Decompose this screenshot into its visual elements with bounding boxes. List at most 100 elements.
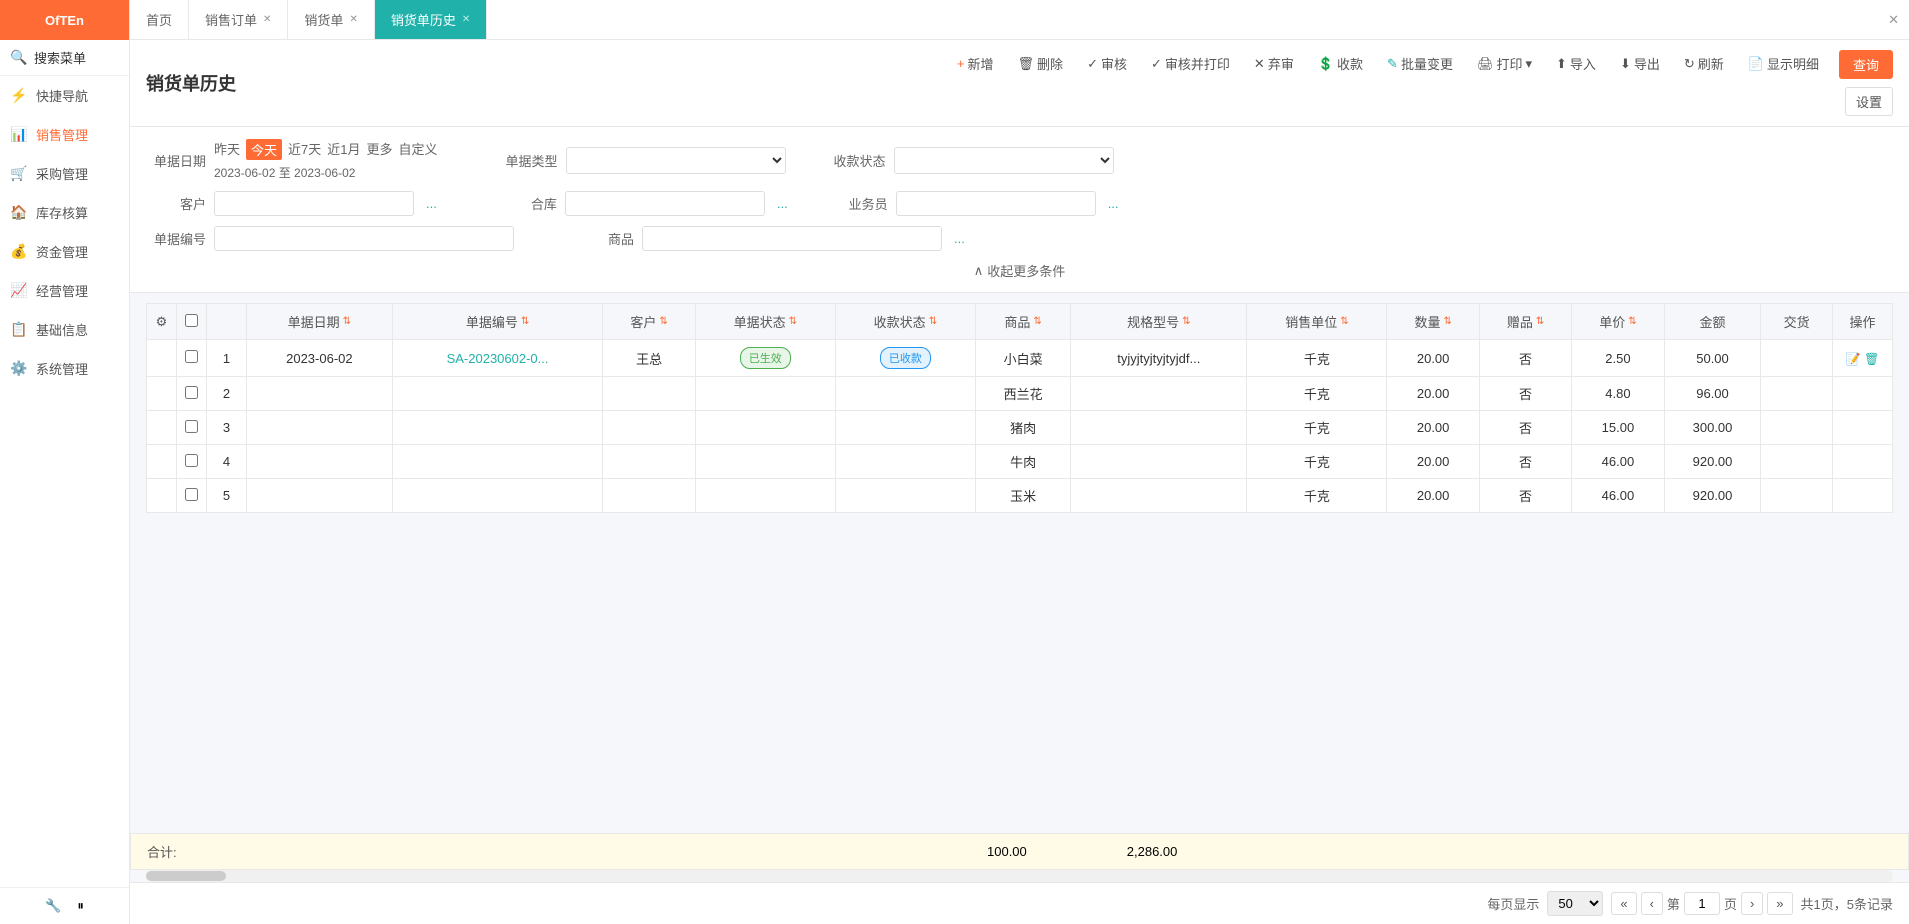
staff-label: 业务员	[828, 194, 888, 213]
collect-status-label: 收款状态	[826, 151, 886, 170]
tab-sales-goods-history-label: 销货单历史	[391, 10, 456, 29]
col-quantity[interactable]: 数量 ⇅	[1387, 304, 1479, 340]
import-button[interactable]: ⬆ 导入	[1548, 50, 1604, 77]
per-page-select[interactable]: 50 20 100 200	[1547, 891, 1603, 916]
tab-sales-goods[interactable]: 销货单 ✕	[288, 0, 374, 39]
row-checkbox-2[interactable]	[185, 420, 198, 433]
doc-type-select[interactable]	[566, 147, 786, 174]
date-1month[interactable]: 近1月	[327, 139, 360, 160]
goods-label: 商品	[574, 229, 634, 248]
sidebar-item-sales-mgmt[interactable]: 📊 销售管理	[0, 115, 129, 154]
sidebar-item-operations[interactable]: 📈 经营管理	[0, 271, 129, 310]
col-spec[interactable]: 规格型号 ⇅	[1071, 304, 1247, 340]
action-btn-1[interactable]: 🗑	[1864, 352, 1879, 366]
col-unit[interactable]: 销售单位 ⇅	[1247, 304, 1387, 340]
col-doc-no[interactable]: 单据编号 ⇅	[392, 304, 603, 340]
tab-sales-goods-history[interactable]: 销货单历史 ✕	[375, 0, 487, 39]
print-button[interactable]: 🖨 打印 ▾	[1469, 50, 1540, 77]
delete-button[interactable]: 🗑 删除	[1010, 50, 1072, 77]
col-gear[interactable]: ⚙	[147, 304, 177, 340]
tab-bar-close-all[interactable]: ✕	[1888, 12, 1909, 28]
first-page-button[interactable]: «	[1611, 892, 1636, 915]
col-row-no	[207, 304, 247, 340]
doc-type-filter: 单据类型	[498, 147, 786, 174]
refresh-button[interactable]: ↻ 刷新	[1676, 50, 1732, 77]
pause-icon[interactable]: ⏸	[77, 898, 84, 914]
date-7days[interactable]: 近7天	[288, 139, 321, 160]
col-doc-status[interactable]: 单据状态 ⇅	[695, 304, 835, 340]
tab-sales-goods-history-close[interactable]: ✕	[462, 14, 470, 25]
sidebar-item-basic-info[interactable]: 📋 基础信息	[0, 310, 129, 349]
settings-bottom-icon[interactable]: 🔧	[45, 898, 61, 914]
col-price[interactable]: 单价 ⇅	[1572, 304, 1664, 340]
collect-status-badge: 已收款	[880, 347, 931, 369]
date-custom[interactable]: 自定义	[399, 139, 438, 160]
collect-status-select[interactable]	[894, 147, 1114, 174]
horizontal-scrollbar[interactable]	[146, 870, 1893, 882]
purchase-icon: 🛒	[10, 165, 28, 183]
col-doc-date[interactable]: 单据日期 ⇅	[247, 304, 393, 340]
doc-no-input[interactable]	[214, 226, 514, 251]
customer-filter: 客户 ...	[146, 191, 437, 216]
row-checkbox-3[interactable]	[185, 454, 198, 467]
warehouse-dots[interactable]: ...	[777, 196, 788, 211]
last-page-button[interactable]: »	[1767, 892, 1792, 915]
doc-no-link[interactable]: SA-20230602-0...	[447, 351, 549, 366]
goods-dots[interactable]: ...	[954, 231, 965, 246]
sidebar-item-finance[interactable]: 💰 资金管理	[0, 232, 129, 271]
tab-sales-order-close[interactable]: ✕	[263, 14, 271, 25]
sidebar-item-purchase-mgmt[interactable]: 🛒 采购管理	[0, 154, 129, 193]
col-customer[interactable]: 客户 ⇅	[603, 304, 695, 340]
setting-button[interactable]: 设置	[1845, 87, 1893, 116]
date-more[interactable]: 更多	[367, 139, 393, 160]
sidebar-item-inventory[interactable]: 🏠 库存核算	[0, 193, 129, 232]
action-btn-0[interactable]: 📝	[1846, 352, 1861, 366]
select-all-checkbox[interactable]	[185, 314, 198, 327]
audit-button[interactable]: ✓ 审核	[1079, 50, 1135, 77]
tab-sales-order[interactable]: 销售订单 ✕	[189, 0, 288, 39]
sidebar-item-system-mgmt[interactable]: ⚙️ 系统管理	[0, 349, 129, 388]
collect-button[interactable]: 💲 收款	[1310, 50, 1371, 77]
collapse-button[interactable]: ∧ 收起更多条件	[146, 261, 1893, 280]
page-content: 销货单历史 + 新增 🗑 删除 ✓ 审核 ✓	[130, 40, 1909, 924]
batch-change-button[interactable]: ✎ 批量变更	[1379, 50, 1461, 77]
search-menu-item[interactable]: 🔍 搜索菜单	[0, 40, 129, 76]
staff-input[interactable]	[896, 191, 1096, 216]
goods-input[interactable]	[642, 226, 942, 251]
col-amount: 金额	[1664, 304, 1761, 340]
customer-dots[interactable]: ...	[426, 196, 437, 211]
col-collect-status[interactable]: 收款状态 ⇅	[835, 304, 975, 340]
new-button[interactable]: + 新增	[949, 50, 1002, 77]
sidebar-item-label: 基础信息	[36, 320, 88, 339]
customer-input[interactable]	[214, 191, 414, 216]
tab-sales-goods-close[interactable]: ✕	[349, 14, 357, 25]
show-detail-button[interactable]: 📄 显示明细	[1740, 50, 1827, 77]
query-button[interactable]: 查询	[1839, 50, 1893, 79]
tab-home[interactable]: 首页	[130, 0, 189, 39]
refresh-icon: ↻	[1684, 56, 1695, 72]
export-button[interactable]: ⬇ 导出	[1612, 50, 1668, 77]
date-shortcuts: 昨天 今天 近7天 近1月 更多 自定义	[214, 139, 438, 160]
next-page-button[interactable]: ›	[1741, 892, 1763, 915]
col-gift[interactable]: 赠品 ⇅	[1479, 304, 1571, 340]
audit-print-icon: ✓	[1151, 56, 1162, 72]
date-yesterday[interactable]: 昨天	[214, 139, 240, 160]
col-goods[interactable]: 商品 ⇅	[975, 304, 1070, 340]
row-checkbox-0[interactable]	[185, 350, 198, 363]
sort-collect-status-icon: ⇅	[929, 316, 937, 327]
collect-status-filter: 收款状态	[826, 147, 1114, 174]
audit-print-button[interactable]: ✓ 审核并打印	[1143, 50, 1238, 77]
scrollbar-thumb[interactable]	[146, 871, 226, 881]
warehouse-input[interactable]	[565, 191, 765, 216]
row-checkbox-1[interactable]	[185, 386, 198, 399]
page-input[interactable]	[1684, 892, 1720, 915]
col-check	[177, 304, 207, 340]
prev-page-button[interactable]: ‹	[1641, 892, 1663, 915]
date-today[interactable]: 今天	[246, 139, 282, 160]
staff-dots[interactable]: ...	[1108, 196, 1119, 211]
sidebar-item-quick-nav[interactable]: ⚡ 快捷导航	[0, 76, 129, 115]
operations-icon: 📈	[10, 282, 28, 300]
row-checkbox-4[interactable]	[185, 488, 198, 501]
page-label: 第	[1667, 894, 1680, 913]
abandon-button[interactable]: ✕ 弃审	[1246, 50, 1302, 77]
